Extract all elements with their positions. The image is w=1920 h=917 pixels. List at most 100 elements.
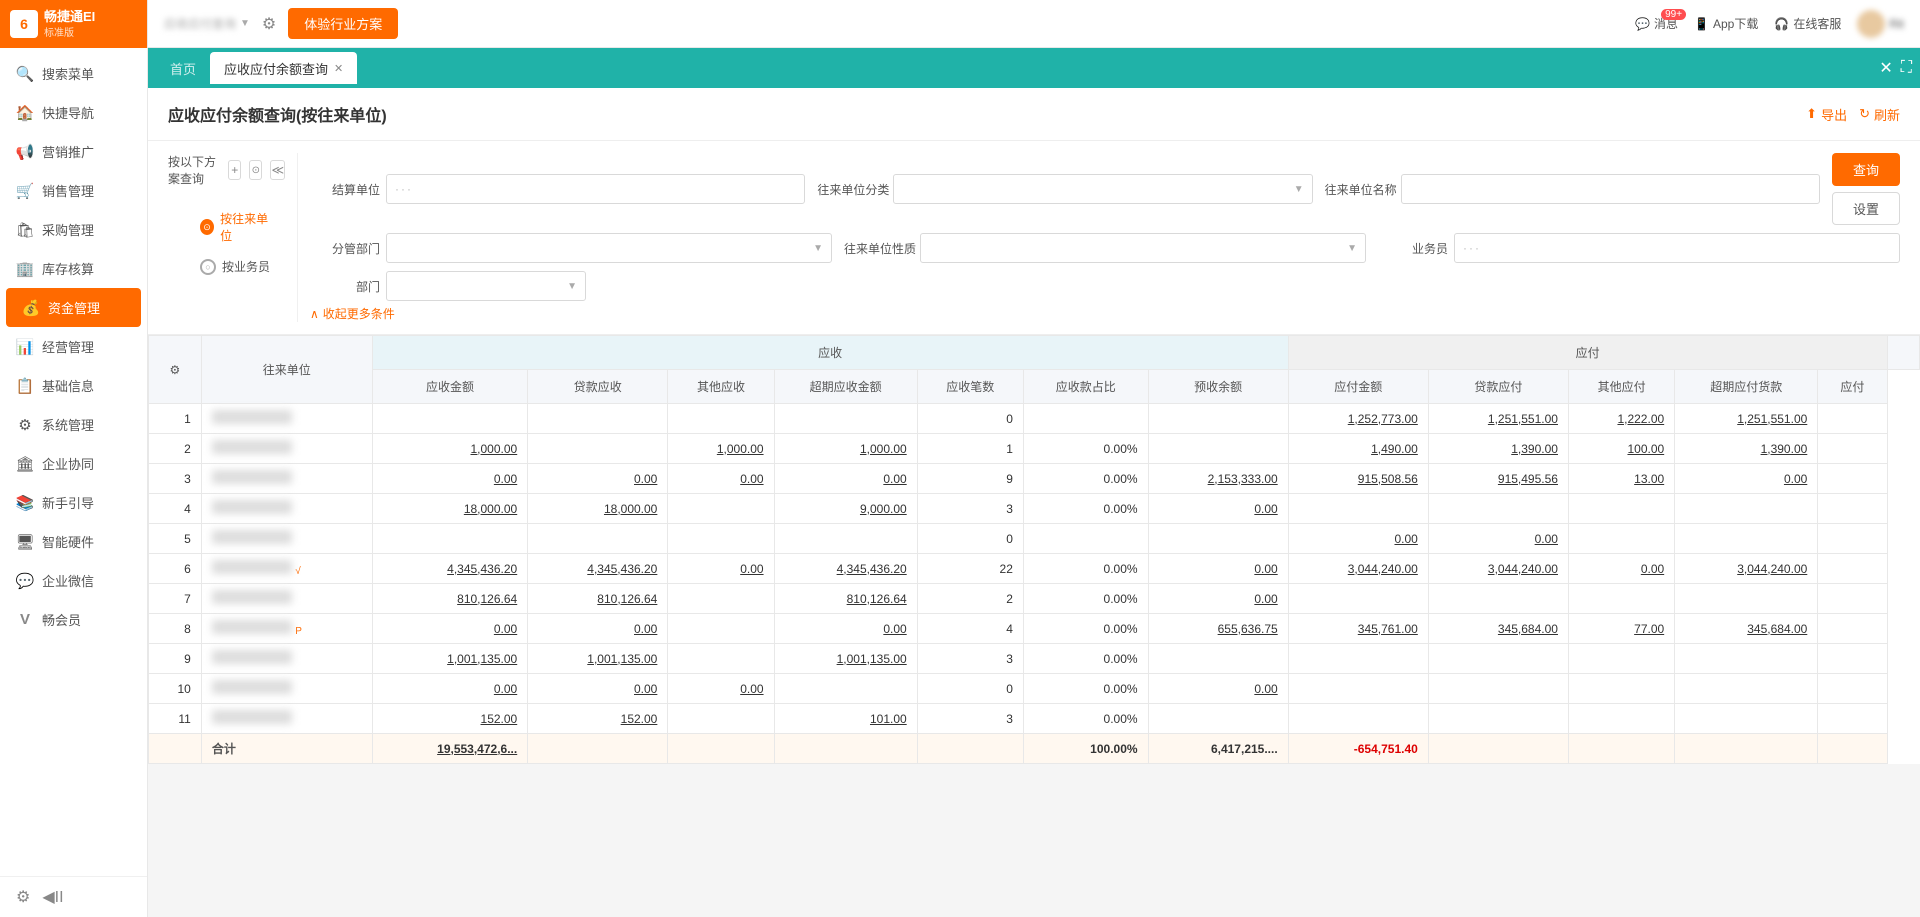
sidebar-item-purchase[interactable]: 🛍 采购管理 xyxy=(0,210,147,249)
partner-type-input[interactable]: ▼ xyxy=(893,174,1312,204)
cell-ar_amount[interactable]: 0.00 xyxy=(372,674,528,704)
dept2-input[interactable]: ▼ xyxy=(386,271,586,301)
online-service-item[interactable]: 🎧 在线客服 xyxy=(1774,15,1841,32)
cell-ap_amount[interactable]: 345,761.00 xyxy=(1288,614,1428,644)
settings-button[interactable]: 设置 xyxy=(1832,192,1900,225)
footer-ar-amount[interactable]: 19,553,472,6... xyxy=(372,734,528,764)
cell-ar_amount[interactable]: 152.00 xyxy=(372,704,528,734)
cell-ap_loan[interactable]: 3,044,240.00 xyxy=(1428,554,1568,584)
sidebar-item-finance[interactable]: 💰 资金管理 xyxy=(6,288,141,327)
cell-ap_amount[interactable]: 3,044,240.00 xyxy=(1288,554,1428,584)
cell-ar_overdue[interactable]: 0.00 xyxy=(774,464,917,494)
dept-input[interactable]: ▼ xyxy=(386,233,832,263)
cell-ar_loan[interactable]: 0.00 xyxy=(528,464,668,494)
collapse-conditions-btn[interactable]: ∧ 收起更多条件 xyxy=(310,305,1900,322)
filter-collapse-btn[interactable]: ≪ xyxy=(270,160,285,180)
cell-ar_loan[interactable]: 810,126.64 xyxy=(528,584,668,614)
cell-prepay[interactable]: 0.00 xyxy=(1148,494,1288,524)
cell-ar_loan[interactable]: 18,000.00 xyxy=(528,494,668,524)
sidebar-item-wechat[interactable]: 💬 企业微信 xyxy=(0,561,147,600)
cell-ar_loan[interactable]: 0.00 xyxy=(528,614,668,644)
cell-ap_overdue[interactable]: 1,390.00 xyxy=(1675,434,1818,464)
cell-prepay[interactable]: 655,636.75 xyxy=(1148,614,1288,644)
sub-nav-by-salesperson[interactable]: ○ 按业务员 xyxy=(188,251,285,282)
cell-ar_amount[interactable]: 0.00 xyxy=(372,614,528,644)
cell-ap_overdue[interactable]: 345,684.00 xyxy=(1675,614,1818,644)
partner-nature-input[interactable]: ▼ xyxy=(920,233,1366,263)
sidebar-item-inventory[interactable]: 🏢 库存核算 xyxy=(0,249,147,288)
cell-ap_other[interactable]: 13.00 xyxy=(1568,464,1674,494)
cell-ap_amount[interactable]: 1,252,773.00 xyxy=(1288,404,1428,434)
cell-ar_overdue[interactable]: 1,001,135.00 xyxy=(774,644,917,674)
cell-ap_loan[interactable]: 345,684.00 xyxy=(1428,614,1568,644)
cell-ap_loan[interactable]: 0.00 xyxy=(1428,524,1568,554)
sidebar-item-marketing[interactable]: 📢 营销推广 xyxy=(0,132,147,171)
sidebar-item-operations[interactable]: 📊 经营管理 xyxy=(0,327,147,366)
cell-ap_overdue[interactable]: 0.00 xyxy=(1675,464,1818,494)
table-settings-icon[interactable]: ⚙ xyxy=(149,336,202,404)
tab-home[interactable]: 首页 xyxy=(156,52,210,84)
sidebar-item-basic-info[interactable]: 📋 基础信息 xyxy=(0,366,147,405)
sidebar-item-search-menu[interactable]: 🔍 搜索菜单 xyxy=(0,54,147,93)
cell-ar_amount[interactable]: 0.00 xyxy=(372,464,528,494)
cell-ap_loan[interactable]: 1,390.00 xyxy=(1428,434,1568,464)
cell-ap_other[interactable]: 100.00 xyxy=(1568,434,1674,464)
expand-icon[interactable]: ⛶ xyxy=(1901,59,1912,77)
tab-ar-ap[interactable]: 应收应付余额查询 ✕ xyxy=(210,52,357,84)
cell-ar_loan[interactable]: 0.00 xyxy=(528,674,668,704)
topbar-gear-icon[interactable]: ⚙ xyxy=(262,14,276,34)
filter-add-btn[interactable]: + xyxy=(228,160,241,180)
cell-ap_loan[interactable]: 915,495.56 xyxy=(1428,464,1568,494)
cell-ar_amount[interactable]: 1,001,135.00 xyxy=(372,644,528,674)
promo-button[interactable]: 体验行业方案 xyxy=(288,8,398,39)
cell-ar_overdue[interactable]: 810,126.64 xyxy=(774,584,917,614)
cell-ar_overdue[interactable]: 1,000.00 xyxy=(774,434,917,464)
user-item[interactable]: Rit xyxy=(1857,10,1904,38)
settlement-input[interactable]: ··· xyxy=(386,174,805,204)
tab-close-icon[interactable]: ✕ xyxy=(334,62,343,75)
cell-ap_amount[interactable]: 0.00 xyxy=(1288,524,1428,554)
cell-ar_other[interactable]: 1,000.00 xyxy=(668,434,774,464)
cell-ar_overdue[interactable]: 101.00 xyxy=(774,704,917,734)
settings-footer-icon[interactable]: ⚙ xyxy=(16,887,30,907)
filter-edit-btn[interactable]: ⊙ xyxy=(249,160,262,180)
cell-ar_other[interactable]: 0.00 xyxy=(668,674,774,704)
cell-ar_loan[interactable]: 152.00 xyxy=(528,704,668,734)
partner-name-input[interactable] xyxy=(1401,174,1820,204)
cell-ar_other[interactable]: 0.00 xyxy=(668,464,774,494)
cell-ar_overdue[interactable]: 0.00 xyxy=(774,614,917,644)
app-download-item[interactable]: 📱 App下载 xyxy=(1694,15,1758,32)
sidebar-item-hardware[interactable]: 🖥 智能硬件 xyxy=(0,522,147,561)
cell-ar_amount[interactable]: 810,126.64 xyxy=(372,584,528,614)
cell-ap_other[interactable]: 0.00 xyxy=(1568,554,1674,584)
sidebar-item-enterprise[interactable]: 🏛 企业协同 xyxy=(0,444,147,483)
collapse-sidebar-icon[interactable]: ◀II xyxy=(42,887,63,907)
query-button[interactable]: 查询 xyxy=(1832,153,1900,186)
refresh-button[interactable]: ↻ 刷新 xyxy=(1859,105,1900,124)
cell-ar_loan[interactable]: 1,001,135.00 xyxy=(528,644,668,674)
cell-ap_overdue[interactable]: 1,251,551.00 xyxy=(1675,404,1818,434)
cell-ar_overdue[interactable]: 4,345,436.20 xyxy=(774,554,917,584)
sidebar-item-guide[interactable]: 📚 新手引导 xyxy=(0,483,147,522)
cell-prepay[interactable]: 0.00 xyxy=(1148,674,1288,704)
cell-ap_loan[interactable]: 1,251,551.00 xyxy=(1428,404,1568,434)
cell-prepay[interactable]: 0.00 xyxy=(1148,554,1288,584)
export-button[interactable]: ⬆ 导出 xyxy=(1806,105,1847,124)
close-window-icon[interactable]: ✕ xyxy=(1879,58,1892,78)
sub-nav-by-partner[interactable]: ⊙ 按往来单位 xyxy=(188,203,285,251)
cell-ap_other[interactable]: 1,222.00 xyxy=(1568,404,1674,434)
cell-ar_amount[interactable]: 1,000.00 xyxy=(372,434,528,464)
cell-ap_other[interactable]: 77.00 xyxy=(1568,614,1674,644)
cell-ar_other[interactable]: 0.00 xyxy=(668,554,774,584)
cell-prepay[interactable]: 2,153,333.00 xyxy=(1148,464,1288,494)
sidebar-item-member[interactable]: V 畅会员 xyxy=(0,600,147,639)
cell-ar_amount[interactable]: 18,000.00 xyxy=(372,494,528,524)
sidebar-item-sales[interactable]: 🛒 销售管理 xyxy=(0,171,147,210)
cell-ar_loan[interactable]: 4,345,436.20 xyxy=(528,554,668,584)
cell-ar_overdue[interactable]: 9,000.00 xyxy=(774,494,917,524)
cell-ar_amount[interactable]: 4,345,436.20 xyxy=(372,554,528,584)
cell-ap_overdue[interactable]: 3,044,240.00 xyxy=(1675,554,1818,584)
message-item[interactable]: 💬 消息 99+ xyxy=(1635,15,1678,32)
cell-ap_amount[interactable]: 1,490.00 xyxy=(1288,434,1428,464)
cell-ap_amount[interactable]: 915,508.56 xyxy=(1288,464,1428,494)
